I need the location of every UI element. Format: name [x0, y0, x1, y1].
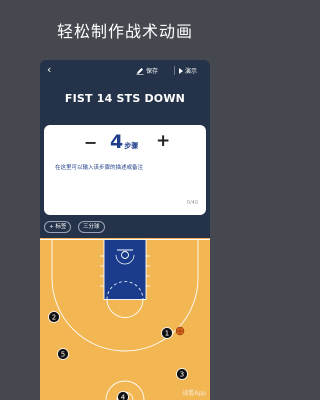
add-tag-button[interactable]: + 标签	[44, 221, 72, 233]
step-display: 4 步骤	[110, 131, 138, 153]
player-2[interactable]: 2	[48, 311, 60, 323]
save-button[interactable]: 保存	[136, 66, 158, 75]
minus-button[interactable]: −	[84, 133, 97, 152]
save-label: 保存	[146, 68, 159, 75]
player-3-label: 3	[180, 371, 184, 379]
play-button[interactable]: 演示	[179, 66, 197, 75]
player-4[interactable]: 4	[117, 391, 129, 400]
step-unit: 步骤	[124, 142, 139, 150]
plus-button[interactable]: +	[156, 131, 170, 151]
player-1[interactable]: 1	[161, 327, 173, 339]
player-3[interactable]: 3	[176, 368, 188, 380]
play-icon	[179, 67, 183, 74]
pen-icon	[136, 67, 144, 75]
player-5[interactable]: 5	[57, 348, 69, 360]
player-4-label: 4	[121, 394, 126, 400]
step-card: − 4 步骤 + 在这里可以输入该步骤的描述或备注 0/40	[44, 125, 206, 215]
tag-three-pointer[interactable]: 三分球	[78, 221, 105, 233]
divider	[174, 66, 175, 75]
play-title: FIST 14 STS DOWN	[64, 92, 186, 105]
basketball-court[interactable]: 1 2 3 4 5	[40, 238, 210, 400]
paint-area	[103, 239, 147, 300]
play-label: 演示	[185, 68, 198, 75]
step-description-input[interactable]: 在这里可以输入该步骤的描述或备注	[55, 163, 143, 171]
char-counter: 0/40	[186, 200, 198, 206]
app-screen: ‹ 保存 演示 FIST 14 STS DOWN − 4 步骤 + 在这里可以输…	[40, 60, 210, 400]
watermark: 战看App	[182, 390, 206, 397]
top-bar: ‹ 保存 演示	[40, 60, 210, 82]
player-5-label: 5	[61, 351, 65, 359]
step-count: 4	[110, 131, 124, 153]
back-icon[interactable]: ‹	[47, 64, 51, 76]
page-headline: 轻松制作战术动画	[56, 22, 193, 41]
player-1-label: 1	[165, 330, 169, 338]
player-2-label: 2	[52, 314, 56, 322]
